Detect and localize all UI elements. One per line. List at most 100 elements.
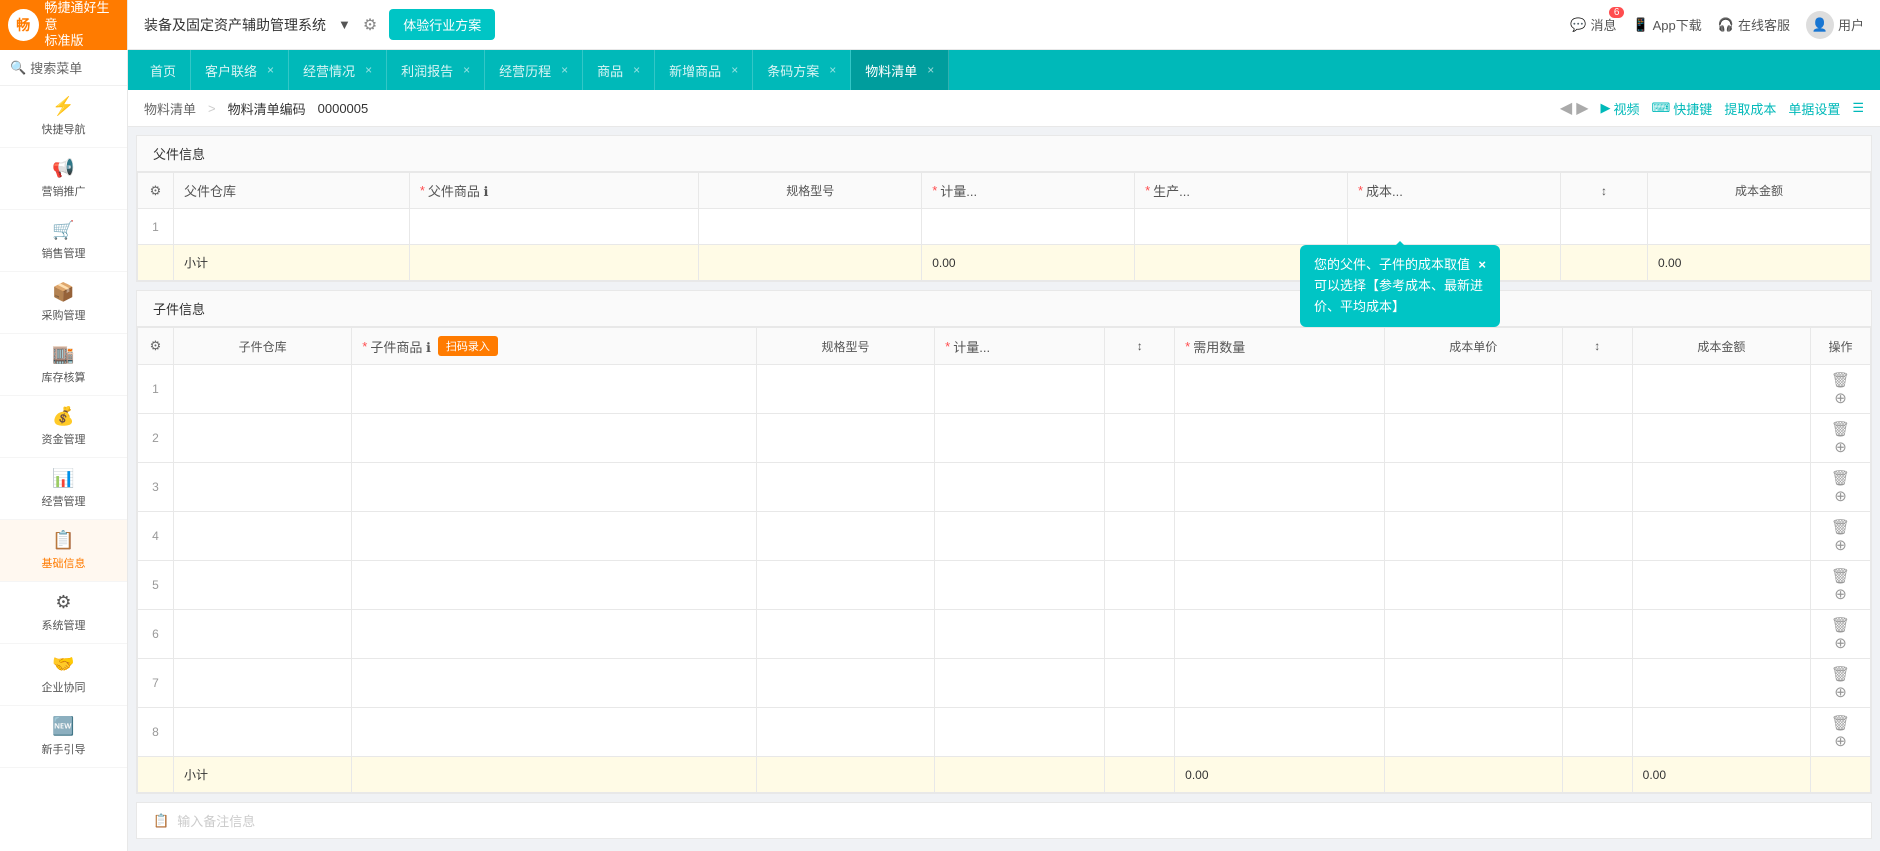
child-unit-7[interactable] — [935, 659, 1105, 708]
parent-unit-cell[interactable] — [922, 209, 1135, 245]
child-spec-3[interactable] — [756, 463, 934, 512]
child-spec-6[interactable] — [756, 610, 934, 659]
tab-close-goods[interactable]: × — [633, 63, 640, 77]
tab-close-operations[interactable]: × — [365, 63, 372, 77]
child-goods-2[interactable] — [352, 414, 757, 463]
child-unit-cost-6[interactable] — [1384, 610, 1562, 659]
tab-goods[interactable]: 商品× — [583, 50, 655, 90]
prev-arrow[interactable]: ◀ — [1560, 98, 1572, 118]
child-unit-4[interactable] — [935, 512, 1105, 561]
tooltip-close-btn[interactable]: × — [1478, 255, 1486, 276]
sidebar-item-finance[interactable]: 💰资金管理 — [0, 396, 127, 458]
view-btn[interactable]: ▶ 视频 — [1601, 99, 1640, 118]
child-goods-3[interactable] — [352, 463, 757, 512]
tab-history[interactable]: 经营历程× — [485, 50, 583, 90]
child-unit-cost-2[interactable] — [1384, 414, 1562, 463]
parent-warehouse-cell[interactable] — [174, 209, 410, 245]
child-unit-2[interactable] — [935, 414, 1105, 463]
child-qty-1[interactable] — [1175, 365, 1384, 414]
child-unit-3[interactable] — [935, 463, 1105, 512]
sidebar-item-inventory[interactable]: 🏬库存核算 — [0, 334, 127, 396]
parent-goods-cell[interactable] — [409, 209, 698, 245]
parent-spec-cell[interactable] — [699, 209, 922, 245]
parent-cost-cell[interactable] — [1347, 209, 1560, 245]
parent-settings-icon[interactable]: ⚙ — [150, 183, 162, 198]
child-goods-4[interactable] — [352, 512, 757, 561]
delete-btn-6[interactable]: 🗑 — [1831, 617, 1850, 634]
child-warehouse-1[interactable] — [174, 365, 352, 414]
tab-profit[interactable]: 利润报告× — [387, 50, 485, 90]
sidebar-item-sales[interactable]: 🛒销售管理 — [0, 210, 127, 272]
child-qty-8[interactable] — [1175, 708, 1384, 757]
child-unit-cost-7[interactable] — [1384, 659, 1562, 708]
child-unit-5[interactable] — [935, 561, 1105, 610]
tab-operations[interactable]: 经营情况× — [289, 50, 387, 90]
child-goods-6[interactable] — [352, 610, 757, 659]
child-warehouse-3[interactable] — [174, 463, 352, 512]
gear-icon[interactable]: ⚙ — [363, 15, 377, 35]
child-qty-6[interactable] — [1175, 610, 1384, 659]
child-spec-7[interactable] — [756, 659, 934, 708]
child-settings-icon[interactable]: ⚙ — [150, 338, 162, 353]
next-arrow[interactable]: ▶ — [1576, 98, 1588, 118]
breadcrumb-home[interactable]: 物料清单 — [144, 99, 196, 118]
child-spec-2[interactable] — [756, 414, 934, 463]
child-goods-8[interactable] — [352, 708, 757, 757]
tab-barcode[interactable]: 条码方案× — [753, 50, 851, 90]
sidebar-search[interactable]: 🔍 搜索菜单 — [0, 50, 127, 86]
sidebar-item-marketing[interactable]: 📢营销推广 — [0, 148, 127, 210]
child-goods-5[interactable] — [352, 561, 757, 610]
copy-btn-8[interactable]: ⊕ — [1834, 733, 1847, 750]
scan-badge[interactable]: 扫码录入 — [438, 336, 498, 356]
delete-btn-4[interactable]: 🗑 — [1831, 519, 1850, 536]
sidebar-item-quick-nav[interactable]: ⚡快捷导航 — [0, 86, 127, 148]
sidebar-item-enterprise[interactable]: 🤝企业协同 — [0, 644, 127, 706]
child-warehouse-5[interactable] — [174, 561, 352, 610]
child-spec-4[interactable] — [756, 512, 934, 561]
child-warehouse-7[interactable] — [174, 659, 352, 708]
sidebar-item-purchase[interactable]: 📦采购管理 — [0, 272, 127, 334]
extract-cost-btn[interactable]: 提取成本 — [1724, 99, 1776, 118]
child-goods-1[interactable] — [352, 365, 757, 414]
user-menu[interactable]: 👤 用户 — [1806, 11, 1864, 39]
child-qty-3[interactable] — [1175, 463, 1384, 512]
child-unit-cost-1[interactable] — [1384, 365, 1562, 414]
app-download-button[interactable]: 📱 App下载 — [1632, 15, 1701, 34]
copy-btn-7[interactable]: ⊕ — [1834, 684, 1847, 701]
tab-bom[interactable]: 物料清单× — [851, 50, 949, 90]
sidebar-item-guide[interactable]: 🆕新手引导 — [0, 706, 127, 768]
delete-btn-8[interactable]: 🗑 — [1831, 715, 1850, 732]
child-warehouse-4[interactable] — [174, 512, 352, 561]
trial-button[interactable]: 体验行业方案 — [389, 9, 495, 40]
child-spec-5[interactable] — [756, 561, 934, 610]
copy-btn-4[interactable]: ⊕ — [1834, 537, 1847, 554]
tab-customer[interactable]: 客户联络× — [191, 50, 289, 90]
tab-close-bom[interactable]: × — [927, 63, 934, 77]
copy-btn-2[interactable]: ⊕ — [1834, 439, 1847, 456]
sidebar-item-system[interactable]: ⚙系统管理 — [0, 582, 127, 644]
message-button[interactable]: 💬 6 消息 — [1570, 15, 1616, 34]
child-spec-8[interactable] — [756, 708, 934, 757]
tab-home[interactable]: 首页 — [136, 50, 191, 90]
remarks-placeholder[interactable]: 输入备注信息 — [177, 811, 255, 830]
copy-btn-3[interactable]: ⊕ — [1834, 488, 1847, 505]
single-setting-btn[interactable]: 单据设置 — [1788, 99, 1840, 118]
child-unit-8[interactable] — [935, 708, 1105, 757]
copy-btn-1[interactable]: ⊕ — [1834, 390, 1847, 407]
online-service-button[interactable]: 🎧 在线客服 — [1718, 15, 1790, 34]
child-qty-4[interactable] — [1175, 512, 1384, 561]
child-unit-cost-3[interactable] — [1384, 463, 1562, 512]
tab-close-profit[interactable]: × — [463, 63, 470, 77]
copy-btn-5[interactable]: ⊕ — [1834, 586, 1847, 603]
tab-new-goods[interactable]: 新增商品× — [655, 50, 753, 90]
child-unit-6[interactable] — [935, 610, 1105, 659]
child-warehouse-6[interactable] — [174, 610, 352, 659]
delete-btn-2[interactable]: 🗑 — [1831, 421, 1850, 438]
delete-btn-3[interactable]: 🗑 — [1831, 470, 1850, 487]
shortcut-btn[interactable]: ⌨ 快捷键 — [1652, 99, 1713, 118]
tab-close-new-goods[interactable]: × — [731, 63, 738, 77]
child-qty-5[interactable] — [1175, 561, 1384, 610]
child-goods-7[interactable] — [352, 659, 757, 708]
child-spec-1[interactable] — [756, 365, 934, 414]
child-qty-2[interactable] — [1175, 414, 1384, 463]
